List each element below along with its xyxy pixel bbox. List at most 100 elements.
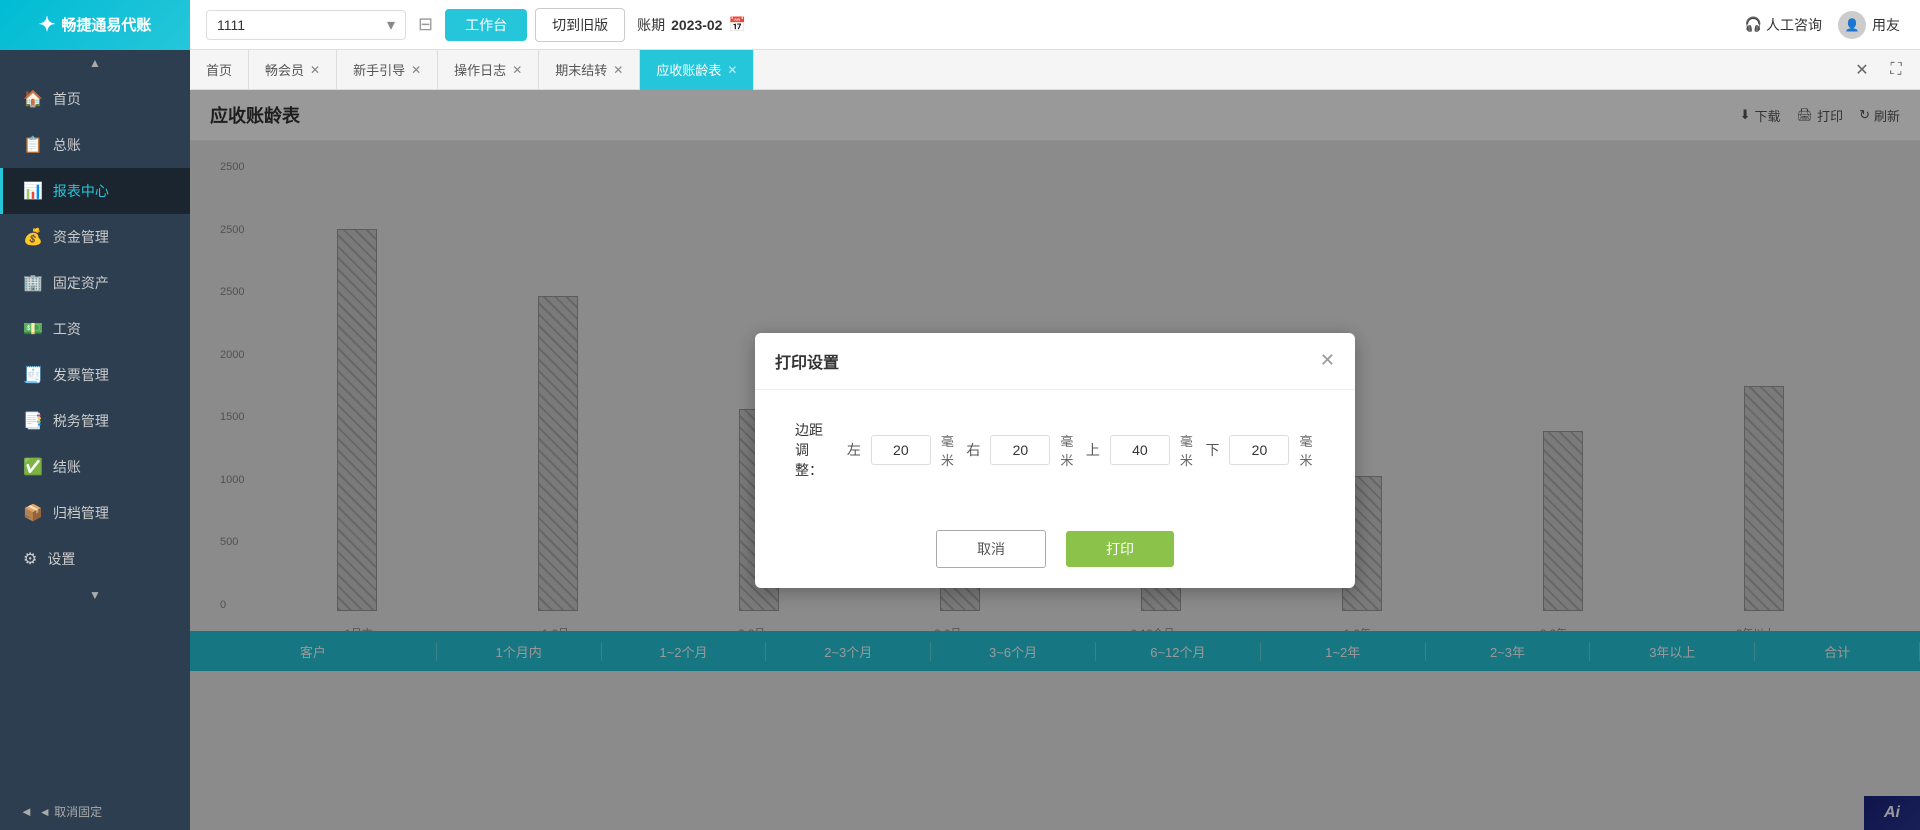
tab-home-label: 首页 (206, 60, 232, 79)
period-value: 2023-02 (671, 17, 722, 33)
confirm-print-button[interactable]: 打印 (1066, 531, 1174, 567)
sidebar-item-funds[interactable]: 💰 资金管理 (0, 214, 190, 260)
sidebar-item-label: 设置 (47, 549, 75, 569)
sidebar-item-home[interactable]: 🏠 首页 (0, 76, 190, 122)
sidebar-item-label: 报表中心 (53, 181, 109, 201)
sidebar-item-invoice[interactable]: 🧾 发票管理 (0, 352, 190, 398)
logo: ✦ 畅捷通易代账 (0, 0, 190, 50)
sidebar-item-label: 总账 (53, 135, 81, 155)
close-tab-button[interactable]: ✕ (1848, 56, 1876, 84)
page-content: 应收账龄表 ⬇ 下载 🖨 打印 ↻ 刷新 (190, 90, 1920, 830)
settings-icon: ⚙ (23, 549, 37, 569)
tab-oplog[interactable]: 操作日志 ✕ (438, 50, 539, 90)
chevron-down-icon: ▾ (387, 15, 395, 35)
sidebar-item-label: 工资 (53, 319, 81, 339)
invoice-icon: 🧾 (23, 365, 43, 385)
payroll-icon: 💵 (23, 319, 43, 339)
modal-body: 边距调整： 左 毫米 右 毫米 上 毫米 下 毫米 (755, 390, 1355, 510)
left-margin-input[interactable] (871, 435, 931, 465)
logo-icon: ✦ (39, 12, 56, 37)
sidebar-item-settings[interactable]: ⚙ 设置 (0, 536, 190, 582)
collapse-label: ◄ 取消固定 (39, 803, 102, 820)
avatar-icon: 👤 (1845, 18, 1860, 32)
user-button[interactable]: 👤 用友 (1838, 11, 1900, 39)
funds-icon: 💰 (23, 227, 43, 247)
right-margin-input[interactable] (990, 435, 1050, 465)
margin-label: 边距调整： (795, 420, 837, 480)
company-name: 1111 (217, 17, 379, 33)
expand-tab-button[interactable]: ⛶ (1882, 56, 1910, 84)
workbench-button[interactable]: 工作台 (445, 9, 527, 41)
period-label: 账期 (637, 15, 665, 35)
copy-icon[interactable]: ⊟ (418, 14, 433, 35)
sidebar-item-label: 归档管理 (53, 503, 109, 523)
calendar-icon[interactable]: 📅 (728, 16, 745, 33)
sidebar-item-assets[interactable]: 🏢 固定资产 (0, 260, 190, 306)
logo-text: 畅捷通易代账 (61, 14, 151, 35)
content-area: 首页 畅会员 ✕ 新手引导 ✕ 操作日志 ✕ 期末结转 ✕ 应收账龄表 ✕ (190, 50, 1920, 830)
switch-version-button[interactable]: 切到旧版 (535, 8, 625, 42)
cancel-button[interactable]: 取消 (936, 530, 1046, 568)
sidebar-scroll-down[interactable]: ▼ (0, 582, 190, 608)
top-direction-label: 上 (1086, 440, 1100, 460)
sidebar-item-reports[interactable]: 📊 报表中心 (0, 168, 190, 214)
period-area: 账期 2023-02 📅 (637, 15, 746, 35)
sidebar-item-label: 税务管理 (53, 411, 109, 431)
checkout-icon: ✅ (23, 457, 43, 477)
tab-member[interactable]: 畅会员 ✕ (249, 50, 337, 90)
tab-member-label: 畅会员 (265, 60, 304, 79)
tab-yearend[interactable]: 期末结转 ✕ (539, 50, 640, 90)
headset-icon: 🎧 (1745, 16, 1762, 33)
tab-member-close[interactable]: ✕ (310, 63, 320, 77)
assets-icon: 🏢 (23, 273, 43, 293)
sidebar-item-tax[interactable]: 📑 税务管理 (0, 398, 190, 444)
modal-title: 打印设置 (775, 349, 839, 373)
archive-icon: 📦 (23, 503, 43, 523)
margin-row: 边距调整： 左 毫米 右 毫米 上 毫米 下 毫米 (795, 420, 1315, 480)
sidebar-item-label: 首页 (53, 89, 81, 109)
tab-guide[interactable]: 新手引导 ✕ (337, 50, 438, 90)
tab-bar: 首页 畅会员 ✕ 新手引导 ✕ 操作日志 ✕ 期末结转 ✕ 应收账龄表 ✕ (190, 50, 1920, 90)
sidebar-item-ledger[interactable]: 📋 总账 (0, 122, 190, 168)
left-unit-label: 毫米 (941, 431, 957, 469)
support-label: 人工咨询 (1766, 15, 1822, 35)
right-direction-label: 右 (966, 440, 980, 460)
main-layout: ▲ 🏠 首页 📋 总账 📊 报表中心 💰 资金管理 🏢 固定资产 💵 工资 🧾 … (0, 50, 1920, 830)
tab-oplog-close[interactable]: ✕ (512, 63, 522, 77)
sidebar-item-payroll[interactable]: 💵 工资 (0, 306, 190, 352)
tab-aging-label: 应收账龄表 (656, 60, 721, 79)
modal-footer: 取消 打印 (755, 510, 1355, 588)
sidebar-item-label: 固定资产 (53, 273, 109, 293)
modal-close-button[interactable]: ✕ (1320, 350, 1335, 371)
tax-icon: 📑 (23, 411, 43, 431)
tab-actions: ✕ ⛶ (1848, 56, 1920, 84)
reports-icon: 📊 (23, 181, 43, 201)
tab-yearend-close[interactable]: ✕ (613, 63, 623, 77)
top-unit-label: 毫米 (1180, 431, 1196, 469)
sidebar-item-archive[interactable]: 📦 归档管理 (0, 490, 190, 536)
sidebar-scroll-up[interactable]: ▲ (0, 50, 190, 76)
ledger-icon: 📋 (23, 135, 43, 155)
support-button[interactable]: 🎧 人工咨询 (1745, 15, 1822, 35)
bottom-margin-input[interactable] (1229, 435, 1289, 465)
sidebar-item-checkout[interactable]: ✅ 结账 (0, 444, 190, 490)
sidebar: ▲ 🏠 首页 📋 总账 📊 报表中心 💰 资金管理 🏢 固定资产 💵 工资 🧾 … (0, 50, 190, 830)
tab-yearend-label: 期末结转 (555, 60, 607, 79)
tab-oplog-label: 操作日志 (454, 60, 506, 79)
tab-home[interactable]: 首页 (190, 50, 249, 90)
collapse-sidebar-button[interactable]: ◄ ◄ 取消固定 (0, 793, 190, 830)
avatar: 👤 (1838, 11, 1866, 39)
top-right-area: 🎧 人工咨询 👤 用友 (1745, 11, 1900, 39)
sidebar-item-label: 资金管理 (53, 227, 109, 247)
bottom-unit-label: 毫米 (1299, 431, 1315, 469)
tab-aging[interactable]: 应收账龄表 ✕ (640, 50, 754, 90)
company-selector[interactable]: 1111 ▾ (206, 10, 406, 40)
print-settings-modal: 打印设置 ✕ 边距调整： 左 毫米 右 毫米 上 (755, 333, 1355, 588)
tab-aging-close[interactable]: ✕ (727, 63, 737, 77)
bottom-direction-label: 下 (1205, 440, 1219, 460)
left-direction-label: 左 (847, 440, 861, 460)
home-icon: 🏠 (23, 89, 43, 109)
collapse-icon: ◄ (20, 804, 33, 819)
tab-guide-close[interactable]: ✕ (411, 63, 421, 77)
top-margin-input[interactable] (1110, 435, 1170, 465)
